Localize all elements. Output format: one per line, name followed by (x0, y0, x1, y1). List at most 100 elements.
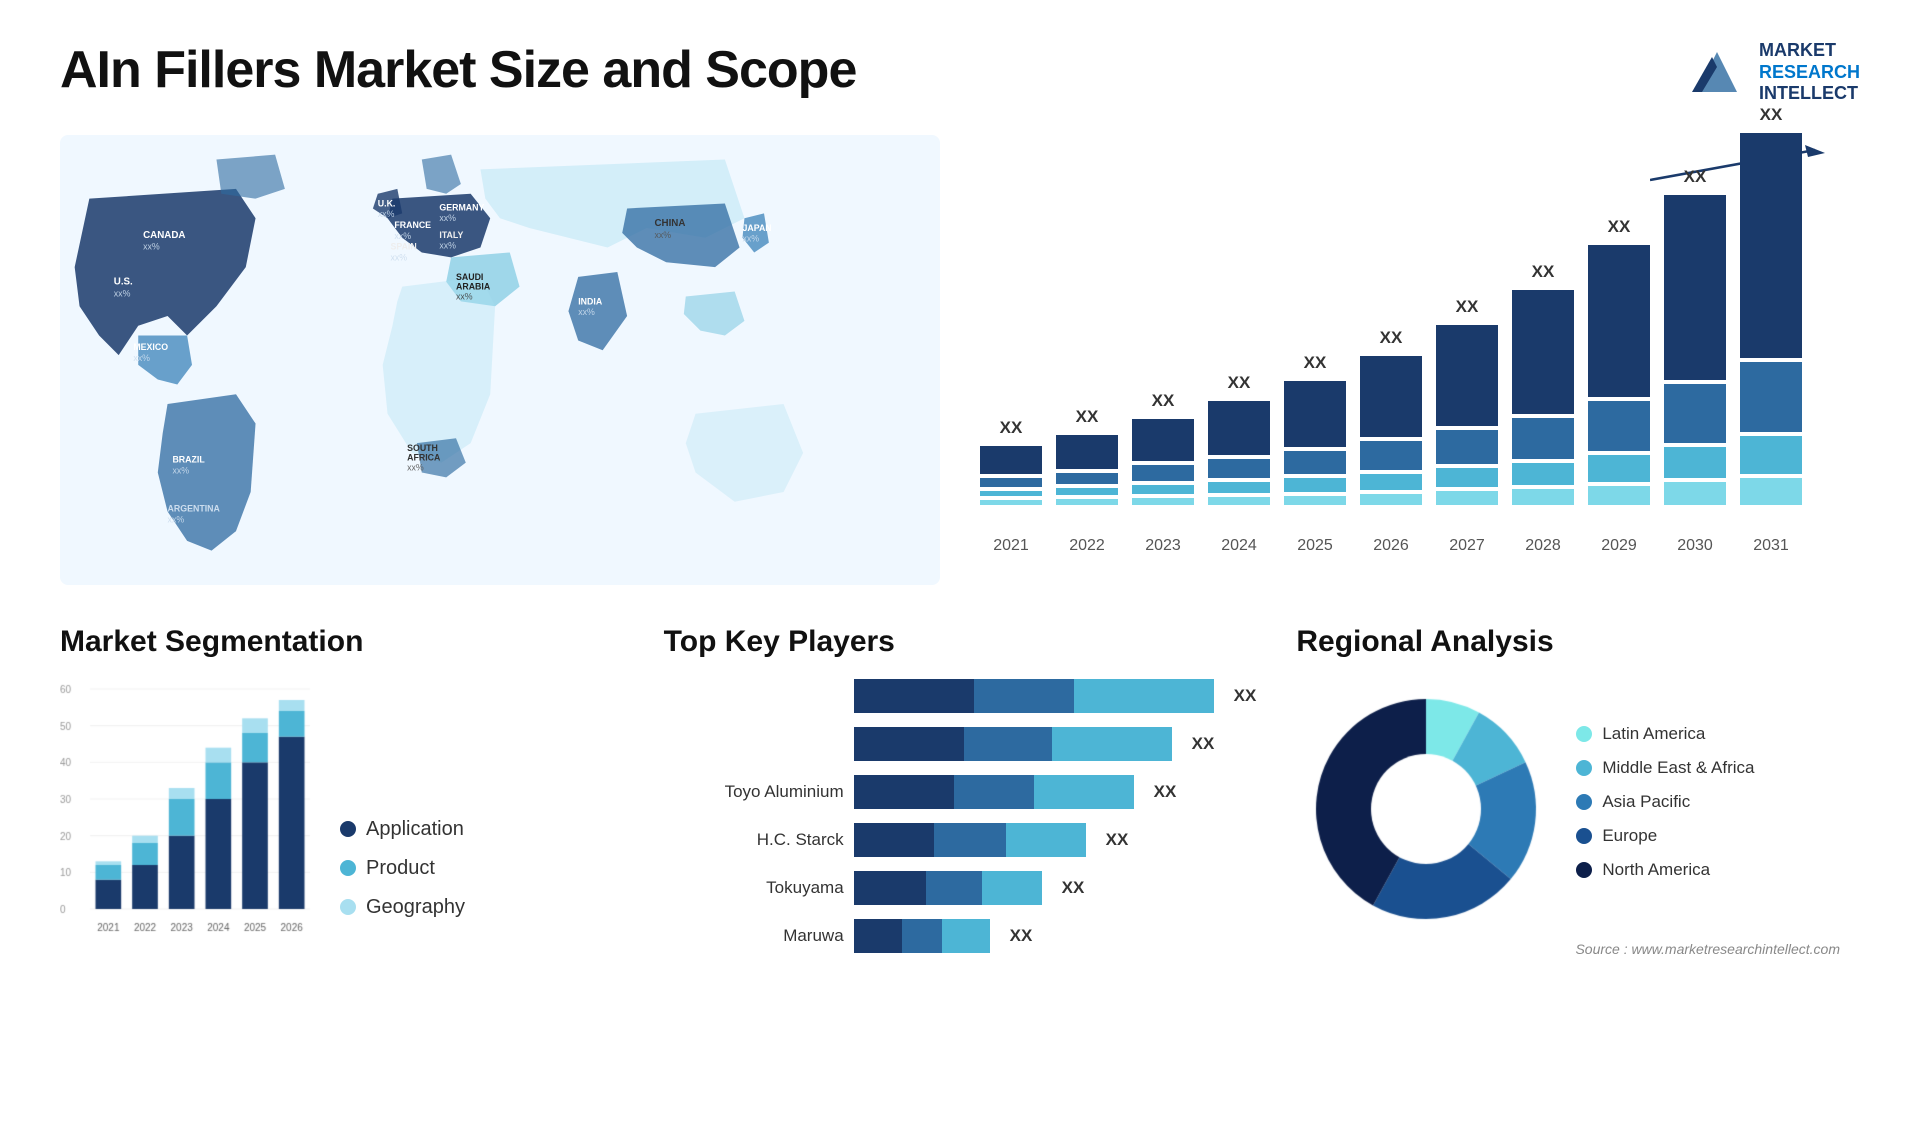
player-bar-segment (1052, 727, 1172, 761)
bar-segment (1208, 459, 1270, 478)
bar-segment (1360, 356, 1422, 437)
player-bar-label: XX (1154, 775, 1177, 809)
bar-top-label: XX (1228, 373, 1251, 393)
player-name: Tokuyama (664, 878, 844, 898)
svg-text:FRANCE: FRANCE (394, 220, 431, 230)
player-bar-segment (964, 727, 1052, 761)
regional-legend-dot (1576, 862, 1592, 878)
logo: MARKET RESEARCH INTELLECT (1687, 40, 1860, 105)
player-bar-segment (854, 871, 926, 905)
bar-top-label: XX (1608, 217, 1631, 237)
bar-group: XX (1360, 328, 1422, 505)
player-bar (854, 919, 990, 953)
bar-segment (1208, 482, 1270, 493)
bar-segment (1360, 441, 1422, 470)
bar-segment (980, 491, 1042, 497)
bar-segment (1436, 468, 1498, 487)
player-bar-segment (954, 775, 1034, 809)
bar-segment (1512, 463, 1574, 486)
legend-label-product: Product (366, 857, 435, 880)
bar-segment (1436, 430, 1498, 464)
players-title: Top Key Players (664, 625, 1257, 659)
bar-group: XX (1132, 391, 1194, 505)
svg-text:ARGENTINA: ARGENTINA (168, 503, 221, 513)
bar-segment (1132, 498, 1194, 505)
legend-application: Application (340, 818, 465, 841)
player-bar-segment (1074, 679, 1214, 713)
svg-text:MEXICO: MEXICO (133, 342, 168, 352)
player-bar (854, 679, 1214, 713)
bar-segment (980, 500, 1042, 505)
player-row: Tokuyama XX (664, 871, 1257, 905)
player-name: H.C. Starck (664, 830, 844, 850)
bar-segment (1664, 384, 1726, 443)
svg-text:AFRICA: AFRICA (407, 452, 441, 462)
world-map: CANADA xx% U.S. xx% MEXICO xx% BRAZIL xx… (60, 135, 940, 585)
bar-segment (1512, 418, 1574, 459)
bar-year-label: 2028 (1512, 537, 1574, 555)
regional-legend-label: North America (1602, 860, 1710, 880)
regional-section: Regional Analysis Latin AmericaMiddle Ea… (1296, 625, 1860, 967)
legend-label-geography: Geography (366, 896, 465, 919)
bar-year-label: 2030 (1664, 537, 1726, 555)
player-bar-segment (1034, 775, 1134, 809)
regional-legend-dot (1576, 726, 1592, 742)
svg-text:xx%: xx% (439, 213, 456, 223)
bar-year-label: 2029 (1588, 537, 1650, 555)
bar-segment (1132, 465, 1194, 481)
logo-icon (1687, 42, 1747, 102)
bar-segment (1740, 133, 1802, 358)
bar-segment (1284, 451, 1346, 475)
player-bar-label: XX (1062, 871, 1085, 905)
bar-group: XX (1208, 373, 1270, 505)
svg-text:xx%: xx% (172, 465, 189, 475)
svg-text:xx%: xx% (390, 252, 407, 262)
player-name: Toyo Aluminium (664, 782, 844, 802)
player-bar-segment (854, 727, 964, 761)
bar-segment (1512, 489, 1574, 505)
regional-legend-item: Latin America (1576, 724, 1754, 744)
regional-legend-item: Asia Pacific (1576, 792, 1754, 812)
legend-dot-product (340, 860, 356, 876)
regional-legend-item: Europe (1576, 826, 1754, 846)
player-name: Maruwa (664, 926, 844, 946)
player-bar (854, 775, 1134, 809)
player-bar-segment (854, 919, 902, 953)
bar-group: XX (1436, 297, 1498, 505)
player-bar-segment (902, 919, 942, 953)
players-section: Top Key Players XX XX Toyo Aluminium XX H.C.… (664, 625, 1257, 967)
regional-legend-label: Asia Pacific (1602, 792, 1690, 812)
bar-top-label: XX (1684, 167, 1707, 187)
player-row: Toyo Aluminium XX (664, 775, 1257, 809)
bar-segment (1132, 485, 1194, 494)
player-bar-segment (854, 679, 974, 713)
legend-geography: Geography (340, 896, 465, 919)
bar-segment (1740, 436, 1802, 474)
bar-segment (1284, 478, 1346, 492)
players-list: XXXXToyo AluminiumXXH.C. StarckXXTokuyam… (664, 679, 1257, 953)
bar-top-label: XX (1532, 262, 1555, 282)
svg-text:SOUTH: SOUTH (407, 443, 438, 453)
regional-legend-label: Middle East & Africa (1602, 758, 1754, 778)
bar-year-label: 2027 (1436, 537, 1498, 555)
bar-segment (1208, 497, 1270, 505)
svg-text:xx%: xx% (168, 514, 185, 524)
player-bar (854, 727, 1172, 761)
player-bar-label: XX (1234, 679, 1257, 713)
svg-text:INDIA: INDIA (578, 296, 603, 306)
bar-group: XX (1588, 217, 1650, 505)
player-bar-segment (854, 823, 934, 857)
svg-text:xx%: xx% (439, 240, 456, 250)
player-bar-label: XX (1010, 919, 1033, 953)
bar-year-label: 2026 (1360, 537, 1422, 555)
player-bar-label: XX (1106, 823, 1129, 857)
regional-legend-dot (1576, 760, 1592, 776)
svg-text:xx%: xx% (654, 230, 671, 240)
svg-text:SPAIN: SPAIN (390, 241, 416, 251)
svg-text:xx%: xx% (742, 233, 759, 243)
bar-segment (1664, 195, 1726, 381)
player-bar-segment (934, 823, 1006, 857)
bar-segment (1740, 478, 1802, 505)
bar-segment (1664, 447, 1726, 479)
player-bar-segment (854, 775, 954, 809)
